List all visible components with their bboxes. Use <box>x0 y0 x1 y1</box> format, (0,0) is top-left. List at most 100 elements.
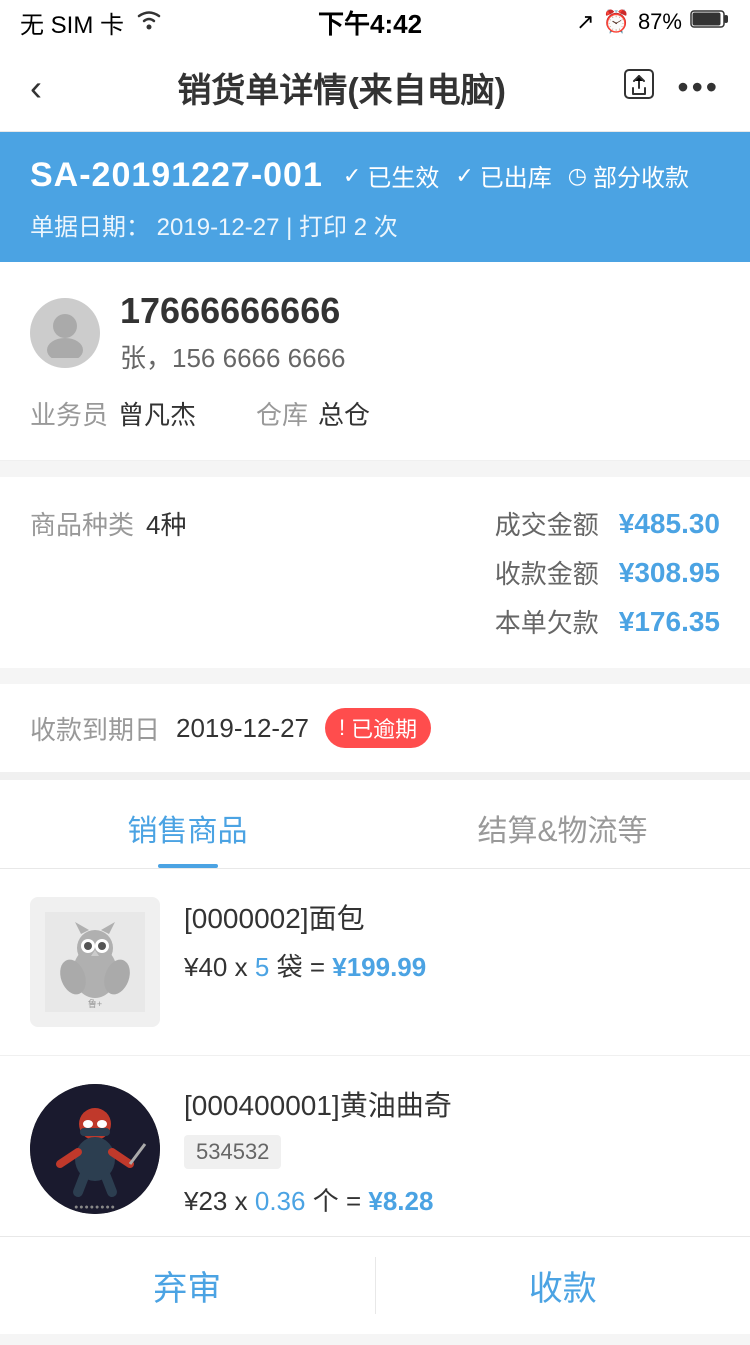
debt-value: ¥176.35 <box>619 606 720 638</box>
wifi-icon <box>134 8 164 37</box>
badge-effective: ✓ 已生效 <box>343 158 439 193</box>
svg-text:●●●●●●●●: ●●●●●●●● <box>74 1204 116 1211</box>
clock-icon: ◷ <box>568 163 587 189</box>
customer-name: 17666666666 <box>120 290 346 332</box>
avatar <box>30 298 100 368</box>
order-status-badges: ✓ 已生效 ✓ 已出库 ◷ 部分收款 <box>343 158 689 193</box>
salesperson-meta: 业务员 曾凡杰 <box>30 395 196 432</box>
badge-partial-label: 部分收款 <box>593 158 689 193</box>
tabs-section: 销售商品 结算&物流等 <box>0 780 750 869</box>
salesperson-value: 曾凡杰 <box>118 395 196 432</box>
battery-icon <box>690 8 730 36</box>
share-button[interactable] <box>621 66 657 110</box>
overdue-label: 收款到期日 <box>30 710 160 747</box>
overdue-badge: ! 已逾期 <box>325 708 431 748</box>
more-button[interactable]: ••• <box>677 69 720 106</box>
product-total-1: ¥199.99 <box>332 952 426 982</box>
page-title: 销货单详情(来自电脑) <box>62 63 621 112</box>
salesperson-label: 业务员 <box>30 395 108 432</box>
badge-partial: ◷ 部分收款 <box>568 158 689 193</box>
product-list: 鲁+ [0000002]面包 ¥40 x 5 袋 = ¥199.99 <box>0 869 750 1247</box>
date-value: 2019-12-27 <box>157 214 280 241</box>
nav-bar: ‹ 销货单详情(来自电脑) ••• <box>0 44 750 132</box>
bottom-bar: 弃审 收款 <box>0 1236 750 1334</box>
product-info-1: [0000002]面包 ¥40 x 5 袋 = ¥199.99 <box>184 897 720 984</box>
tab-sales[interactable]: 销售商品 <box>0 780 375 868</box>
stats-left: 商品种类 4种 <box>30 505 186 542</box>
warehouse-value: 总仓 <box>318 395 370 432</box>
print-label: 打印 <box>299 214 347 241</box>
product-item-2: ●●●●●●●● [000400001]黄油曲奇 534532 ¥23 x 0.… <box>0 1056 750 1247</box>
product-info-2: [000400001]黄油曲奇 534532 ¥23 x 0.36 个 = ¥8… <box>184 1084 720 1218</box>
badge-effective-label: 已生效 <box>367 158 439 193</box>
back-button[interactable]: ‹ <box>30 67 62 109</box>
product-multiply-2: x <box>235 1186 255 1216</box>
order-header: SA-20191227-001 ✓ 已生效 ✓ 已出库 ◷ 部分收款 单据日期：… <box>0 132 750 262</box>
product-thumb-2: ●●●●●●●● <box>30 1084 160 1214</box>
product-qty-2: 0.36 <box>255 1186 306 1216</box>
badge-shipped-label: 已出库 <box>480 158 552 193</box>
date-label: 单据日期： <box>30 214 150 241</box>
customer-info: 17666666666 张，156 6666 6666 <box>120 290 346 375</box>
overdue-warning-icon: ! <box>339 715 345 741</box>
product-item-1: 鲁+ [0000002]面包 ¥40 x 5 袋 = ¥199.99 <box>0 869 750 1056</box>
stats-section: 商品种类 4种 成交金额 ¥485.30 收款金额 ¥308.95 本单欠款 ¥… <box>0 477 750 668</box>
product-total-2: ¥8.28 <box>368 1186 433 1216</box>
location-icon: ↗ <box>576 9 594 35</box>
product-name-1: [0000002]面包 <box>184 897 720 937</box>
order-id: SA-20191227-001 <box>30 156 323 195</box>
customer-meta: 业务员 曾凡杰 仓库 总仓 <box>30 395 720 432</box>
overdue-section: 收款到期日 2019-12-27 ! 已逾期 <box>0 684 750 780</box>
product-unit-1: 袋 <box>277 952 303 982</box>
alarm-icon: ⏰ <box>603 9 630 35</box>
no-sim-label: 无 SIM 卡 <box>20 5 124 40</box>
debt-row: 本单欠款 ¥176.35 <box>495 603 720 640</box>
tab-settlement[interactable]: 结算&物流等 <box>375 780 750 868</box>
product-unit-price-2: ¥23 <box>184 1186 227 1216</box>
stats-right: 成交金额 ¥485.30 收款金额 ¥308.95 本单欠款 ¥176.35 <box>495 505 720 640</box>
product-price-2: ¥23 x 0.36 个 = ¥8.28 <box>184 1181 720 1218</box>
product-image-1: 鲁+ <box>45 912 145 1012</box>
product-thumb-1: 鲁+ <box>30 897 160 1027</box>
received-label: 收款金额 <box>495 554 599 591</box>
warehouse-label: 仓库 <box>256 395 308 432</box>
product-price-1: ¥40 x 5 袋 = ¥199.99 <box>184 947 720 984</box>
product-sku-2: 534532 <box>184 1135 281 1169</box>
order-date: 单据日期： 2019-12-27 | 打印 2 次 <box>30 207 720 242</box>
product-multiply-1: x <box>235 952 255 982</box>
status-left: 无 SIM 卡 <box>20 5 164 40</box>
product-unit-2: 个 <box>313 1186 339 1216</box>
warehouse-meta: 仓库 总仓 <box>256 395 370 432</box>
overdue-badge-label: 已逾期 <box>351 712 417 744</box>
avatar-icon <box>40 308 90 358</box>
status-time: 下午4:42 <box>318 4 422 41</box>
product-name-2: [000400001]黄油曲奇 <box>184 1084 720 1124</box>
collect-button[interactable]: 收款 <box>376 1237 750 1334</box>
product-unit-price-1: ¥40 <box>184 952 227 982</box>
abandon-button[interactable]: 弃审 <box>0 1237 375 1334</box>
type-label: 商品种类 <box>30 505 134 542</box>
check-icon-effective: ✓ <box>343 163 361 189</box>
print-separator: | <box>286 214 299 241</box>
customer-contact: 张，156 6666 6666 <box>120 338 346 375</box>
product-image-2: ●●●●●●●● <box>30 1084 160 1214</box>
received-value: ¥308.95 <box>619 557 720 589</box>
nav-actions: ••• <box>621 66 720 110</box>
check-icon-shipped: ✓ <box>455 163 473 189</box>
product-type-row: 商品种类 4种 <box>30 505 186 542</box>
customer-row: 17666666666 张，156 6666 6666 <box>30 290 720 375</box>
customer-section: 17666666666 张，156 6666 6666 业务员 曾凡杰 仓库 总… <box>0 262 750 461</box>
overdue-date: 2019-12-27 <box>176 713 309 744</box>
received-row: 收款金额 ¥308.95 <box>495 554 720 591</box>
battery-label: 87% <box>638 9 682 35</box>
product-equals-1: = <box>310 952 332 982</box>
status-right: ↗ ⏰ 87% <box>576 8 730 36</box>
amount-row: 成交金额 ¥485.30 <box>495 505 720 542</box>
collect-label: 收款 <box>529 1261 597 1310</box>
abandon-label: 弃审 <box>153 1261 221 1310</box>
badge-shipped: ✓ 已出库 <box>455 158 551 193</box>
print-count: 2 次 <box>354 214 398 241</box>
amount-label: 成交金额 <box>495 505 599 542</box>
product-equals-2: = <box>346 1186 368 1216</box>
type-value: 4种 <box>146 505 186 542</box>
